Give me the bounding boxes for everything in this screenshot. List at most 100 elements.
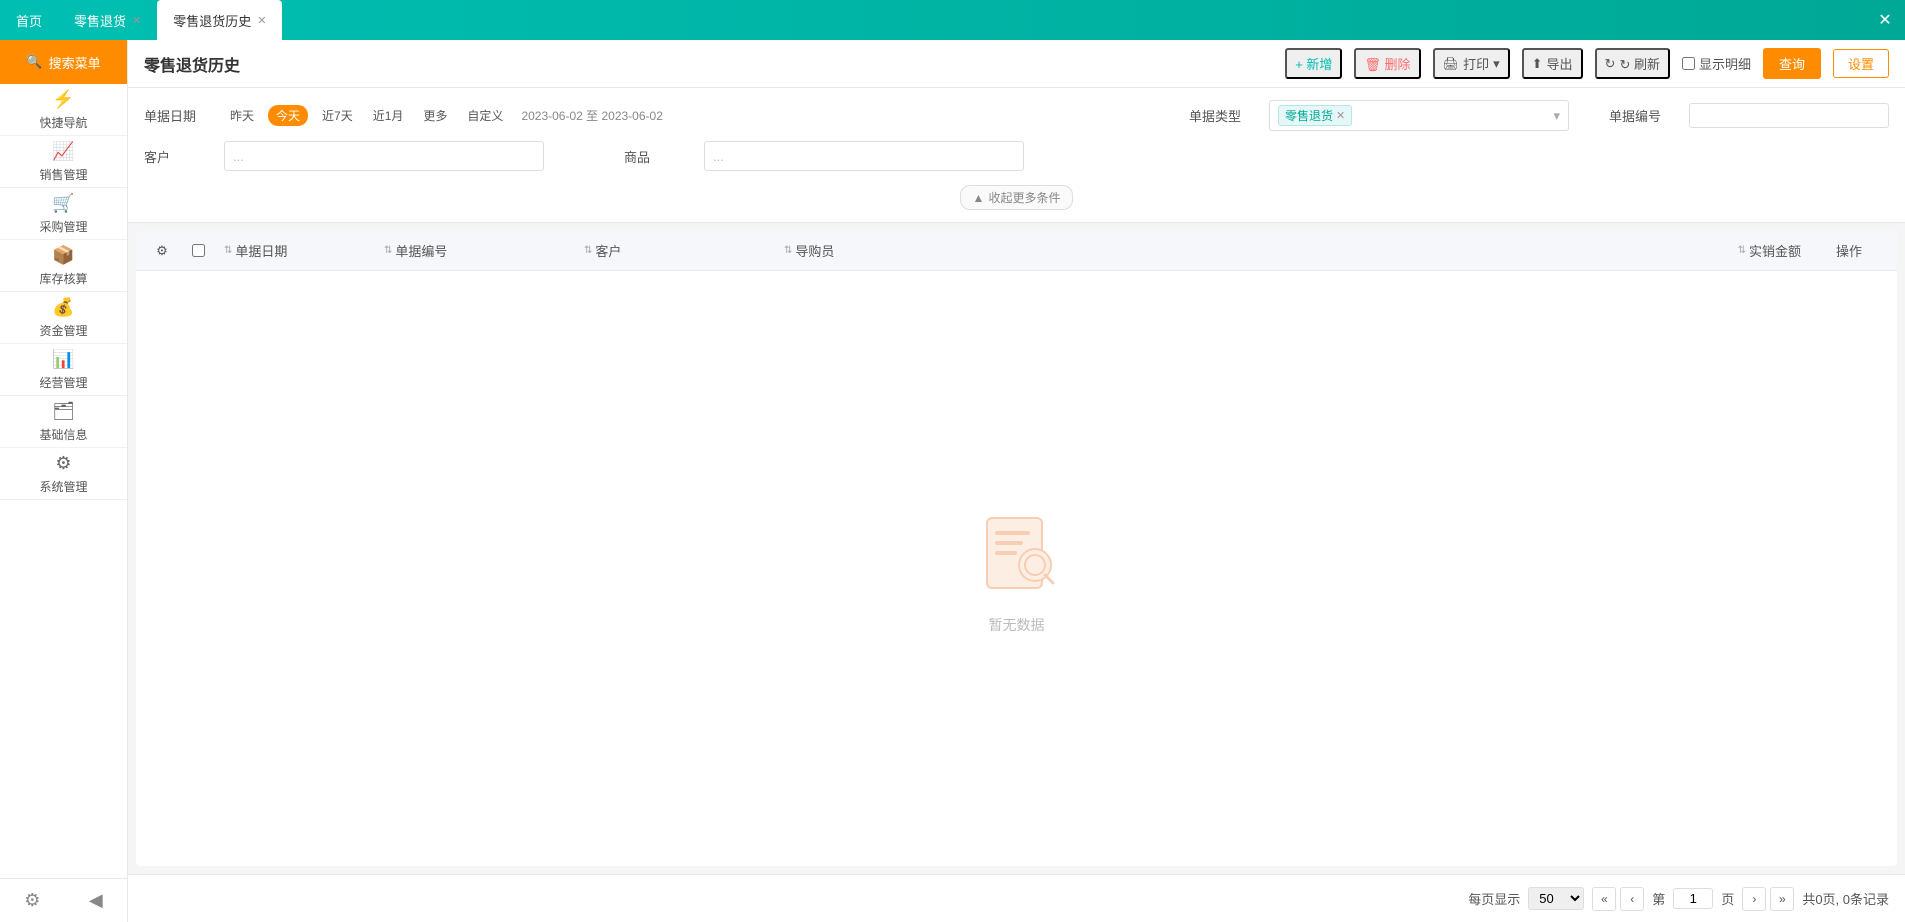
filter-date-item: 单据日期 昨天 今天 近7天 近1月 更多 自定义 2023-06-02 至 2… — [144, 105, 663, 126]
filter-row-2: 客户 ... 商品 ... — [144, 141, 1889, 171]
settings-button[interactable]: 设置 — [1833, 49, 1889, 78]
query-button[interactable]: 查询 — [1763, 48, 1821, 79]
th-guide[interactable]: ⇅ 导购员 — [776, 241, 936, 260]
page-input[interactable] — [1673, 888, 1713, 909]
table-area: ⚙ ⇅ 单据日期 ⇅ 单据编号 ⇅ 客户 ⇅ — [136, 231, 1897, 866]
th-num[interactable]: ⇅ 单据编号 — [376, 241, 576, 260]
th-customer-label: 客户 — [595, 241, 621, 260]
purchase-icon: 🛒 — [52, 193, 74, 214]
sidebar-bottom: ⚙ ◀ — [0, 878, 127, 922]
date-btn-1month[interactable]: 近1月 — [367, 105, 410, 126]
goods-filter-input[interactable]: ... — [704, 141, 1024, 171]
show-detail-toggle[interactable]: 显示明细 — [1682, 54, 1751, 73]
th-settings[interactable]: ⚙ — [144, 243, 180, 259]
type-tag-close-icon[interactable]: ✕ — [1336, 109, 1345, 122]
sort-customer-icon: ⇅ — [584, 245, 592, 256]
collapse-label: 收起更多条件 — [988, 189, 1060, 206]
print-chevron-icon: ▾ — [1493, 56, 1500, 72]
customer-placeholder: ... — [233, 149, 244, 164]
collapse-button[interactable]: ▲ 收起更多条件 — [960, 185, 1074, 210]
page-unit-label: 页 — [1721, 889, 1734, 908]
tab-retail-return-close[interactable]: ✕ — [132, 14, 141, 27]
th-amount-label: 实销金额 — [1749, 241, 1801, 260]
print-button[interactable]: 🖨 打印 ▾ — [1433, 48, 1510, 79]
goods-filter-label: 商品 — [624, 147, 696, 166]
settings-icon: ⚙ — [156, 243, 168, 259]
table-body: 暂无数据 — [136, 271, 1897, 866]
page-next-button[interactable]: › — [1742, 887, 1766, 911]
show-detail-label: 显示明细 — [1699, 54, 1751, 73]
sidebar-item-operation-label: 经营管理 — [39, 374, 87, 391]
th-checkbox[interactable] — [180, 244, 216, 257]
date-filter-label: 单据日期 — [144, 106, 216, 125]
pagination: 每页显示 10 20 50 100 « ‹ 第 页 › » 共0页, 0条记录 — [128, 874, 1905, 922]
th-date-label: 单据日期 — [235, 241, 287, 260]
th-date[interactable]: ⇅ 单据日期 — [216, 241, 376, 260]
customer-filter-label: 客户 — [144, 147, 216, 166]
empty-state-icon — [967, 503, 1067, 603]
window-close-button[interactable]: ✕ — [1865, 0, 1905, 40]
sidebar-item-quick-nav[interactable]: ⚡ 快捷导航 — [0, 84, 127, 136]
filter-customer-item: 客户 ... — [144, 141, 544, 171]
per-page-select[interactable]: 10 20 50 100 — [1528, 887, 1584, 910]
date-btn-more[interactable]: 更多 — [417, 105, 453, 126]
type-tag-label: 零售退货 — [1285, 107, 1333, 124]
sidebar-item-purchase[interactable]: 🛒 采购管理 — [0, 188, 127, 240]
date-btn-7days[interactable]: 近7天 — [316, 105, 359, 126]
sidebar-item-quick-nav-label: 快捷导航 — [39, 114, 87, 131]
date-filter-buttons: 昨天 今天 近7天 近1月 更多 自定义 2023-06-02 至 2023-0… — [224, 105, 663, 126]
sidebar-item-finance[interactable]: 💰 资金管理 — [0, 292, 127, 344]
num-filter-input[interactable] — [1689, 103, 1889, 128]
th-amount[interactable]: ⇅ 实销金额 — [1669, 241, 1809, 260]
new-button[interactable]: + 新增 — [1285, 48, 1342, 79]
show-detail-checkbox[interactable] — [1682, 57, 1695, 70]
filter-area: 单据日期 昨天 今天 近7天 近1月 更多 自定义 2023-06-02 至 2… — [128, 88, 1905, 223]
sidebar-collapse-icon[interactable]: ◀ — [89, 890, 103, 911]
sidebar-item-sales[interactable]: 📈 销售管理 — [0, 136, 127, 188]
refresh-button[interactable]: ↻ ↻ 刷新 — [1595, 48, 1670, 79]
date-btn-today[interactable]: 今天 — [268, 105, 308, 126]
page-prev-button[interactable]: ‹ — [1620, 887, 1644, 911]
table-header: ⚙ ⇅ 单据日期 ⇅ 单据编号 ⇅ 客户 ⇅ — [136, 231, 1897, 271]
sidebar-item-finance-label: 资金管理 — [39, 322, 87, 339]
th-customer[interactable]: ⇅ 客户 — [576, 241, 776, 260]
tab-retail-return-history[interactable]: 零售退货历史 ✕ — [157, 0, 282, 40]
sidebar-search[interactable]: 🔍 搜索菜单 — [0, 40, 127, 84]
date-btn-yesterday[interactable]: 昨天 — [224, 105, 260, 126]
refresh-label: ↻ 刷新 — [1619, 54, 1660, 73]
type-filter-select[interactable]: 零售退货 ✕ ▾ — [1269, 100, 1569, 131]
system-icon: ⚙ — [55, 453, 71, 474]
sort-num-icon: ⇅ — [384, 245, 392, 256]
goods-placeholder: ... — [713, 149, 724, 164]
export-icon: ⬆ — [1532, 56, 1543, 72]
export-label: 导出 — [1547, 54, 1573, 73]
date-btn-custom[interactable]: 自定义 — [461, 105, 509, 126]
collapse-icon: ▲ — [973, 191, 985, 205]
page-last-button[interactable]: » — [1770, 887, 1794, 911]
page-header: 零售退货历史 + 新增 🗑 删除 🖨 打印 ▾ ⬆ 导出 ↻ ↻ 刷新 — [128, 40, 1905, 88]
select-all-checkbox[interactable] — [192, 244, 205, 257]
sidebar-item-inventory[interactable]: 📦 库存核算 — [0, 240, 127, 292]
filter-type-item: 单据类型 零售退货 ✕ ▾ — [1189, 100, 1569, 131]
sidebar-item-operation[interactable]: 📊 经营管理 — [0, 344, 127, 396]
page-first-button[interactable]: « — [1592, 887, 1616, 911]
sidebar-item-purchase-label: 采购管理 — [39, 218, 87, 235]
sidebar: 🔍 搜索菜单 ⚡ 快捷导航 📈 销售管理 🛒 采购管理 📦 库存核算 💰 资金管… — [0, 40, 128, 922]
sidebar-item-basic-info[interactable]: 🗂 基础信息 — [0, 396, 127, 448]
export-button[interactable]: ⬆ 导出 — [1522, 48, 1583, 79]
sort-guide-icon: ⇅ — [784, 245, 792, 256]
th-action-label: 操作 — [1836, 241, 1862, 260]
collapse-row: ▲ 收起更多条件 — [144, 181, 1889, 214]
customer-filter-input[interactable]: ... — [224, 141, 544, 171]
print-label: 打印 — [1463, 54, 1489, 73]
sidebar-item-inventory-label: 库存核算 — [39, 270, 87, 287]
tab-retail-return[interactable]: 零售退货 ✕ — [58, 0, 157, 40]
type-filter-label: 单据类型 — [1189, 106, 1261, 125]
tab-home-label: 首页 — [16, 11, 42, 30]
tab-home[interactable]: 首页 — [0, 0, 58, 40]
sidebar-item-system[interactable]: ⚙ 系统管理 — [0, 448, 127, 500]
delete-button[interactable]: 🗑 删除 — [1354, 48, 1420, 79]
tab-retail-return-history-close[interactable]: ✕ — [257, 14, 266, 27]
sidebar-item-sales-label: 销售管理 — [39, 166, 87, 183]
sidebar-settings-icon[interactable]: ⚙ — [24, 890, 40, 911]
